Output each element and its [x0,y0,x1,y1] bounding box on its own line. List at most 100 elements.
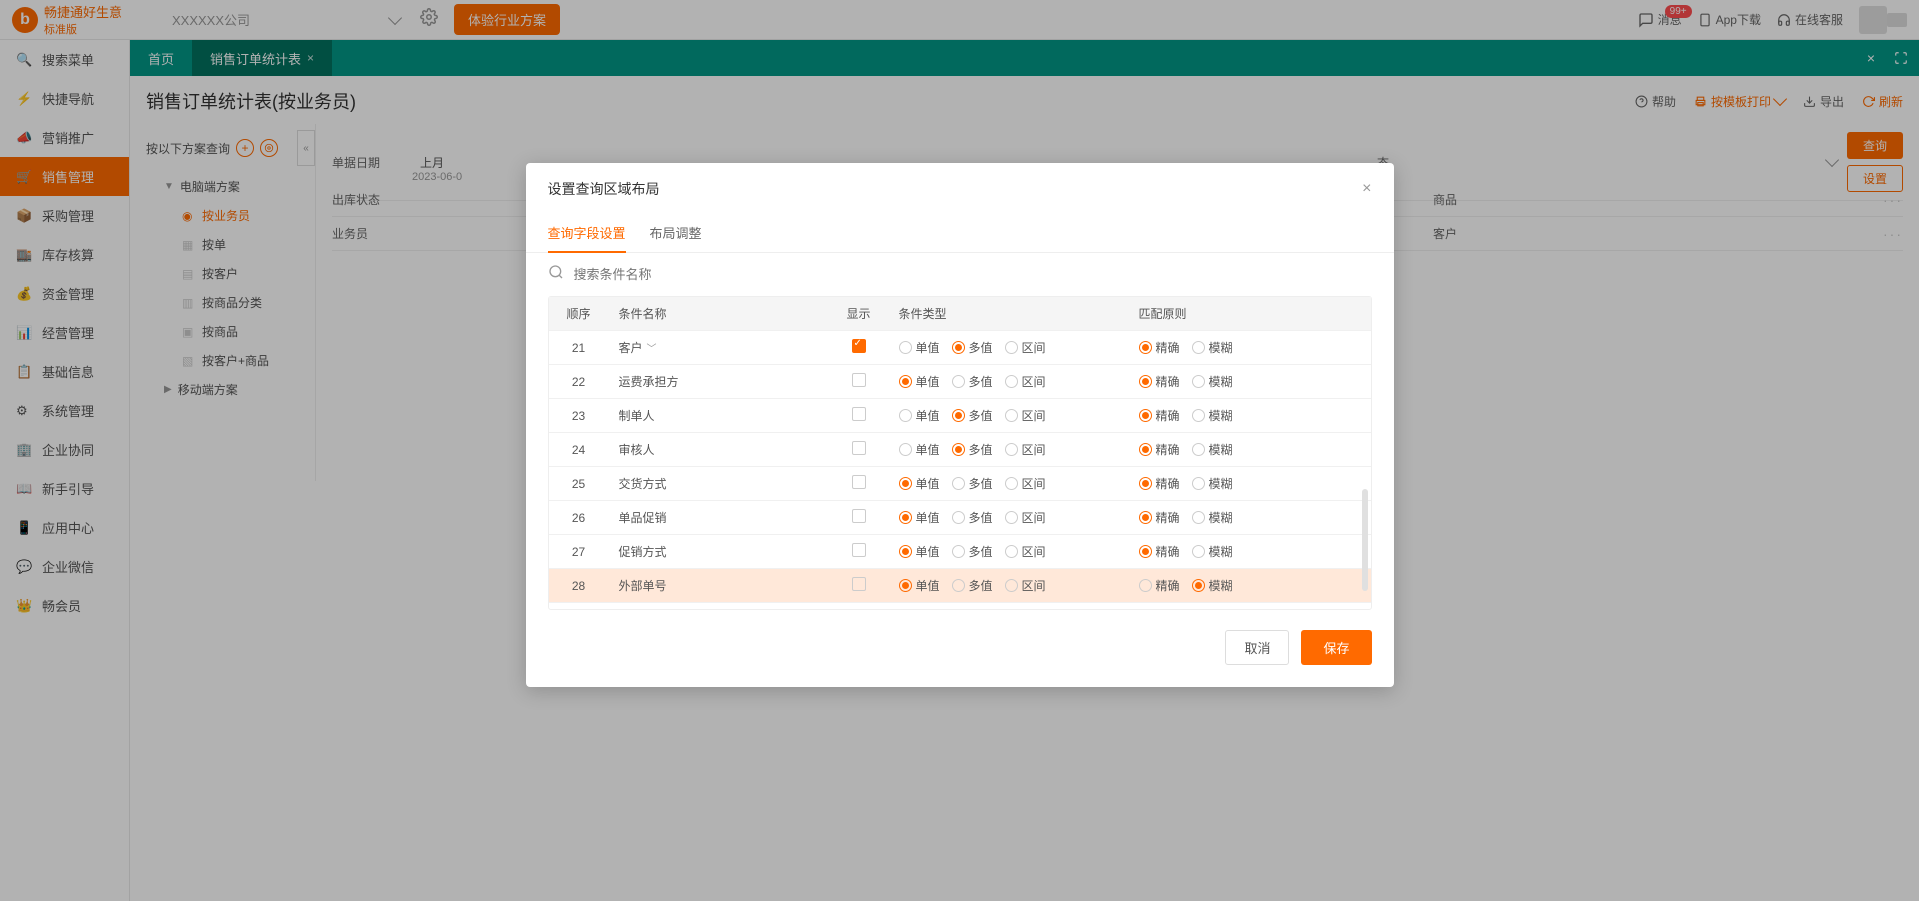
radio-模糊[interactable]: 模糊 [1192,577,1233,594]
table-row: 23 制单人 单值多值区间 精确模糊 [549,398,1371,432]
radio-区间[interactable]: 区间 [1005,441,1046,458]
radio-dot-icon [899,545,912,558]
radio-dot-icon [899,375,912,388]
radio-dot-icon [1139,511,1152,524]
radio-dot-icon [899,579,912,592]
radio-dot-icon [899,511,912,524]
radio-dot-icon [952,545,965,558]
radio-dot-icon [952,579,965,592]
condition-name: 交货方式 [619,477,667,491]
modal-close-button[interactable]: × [1362,180,1371,198]
table-header: 顺序 条件名称 显示 条件类型 匹配原则 [549,297,1371,330]
cell-seq: 23 [549,401,609,431]
search-icon [548,264,564,285]
radio-单值[interactable]: 单值 [899,441,940,458]
radio-多值[interactable]: 多值 [952,339,993,356]
radio-dot-icon [899,341,912,354]
radio-精确[interactable]: 精确 [1139,509,1180,526]
radio-dot-icon [1005,443,1018,456]
modal-tab-fields[interactable]: 查询字段设置 [548,215,626,252]
table-row: 25 交货方式 单值多值区间 精确模糊 [549,466,1371,500]
table-row: 22 运费承担方 单值多值区间 精确模糊 [549,364,1371,398]
radio-单值[interactable]: 单值 [899,543,940,560]
col-header-name: 条件名称 [609,297,829,330]
radio-模糊[interactable]: 模糊 [1192,373,1233,390]
cell-seq: 27 [549,537,609,567]
radio-dot-icon [952,477,965,490]
show-checkbox[interactable] [852,577,866,591]
table-row: 26 单品促销 单值多值区间 精确模糊 [549,500,1371,534]
radio-精确[interactable]: 精确 [1139,373,1180,390]
modal-tab-layout[interactable]: 布局调整 [650,215,702,252]
condition-name: 运费承担方 [619,375,679,389]
col-header-seq: 顺序 [549,297,609,330]
radio-dot-icon [1005,545,1018,558]
show-checkbox[interactable] [852,543,866,557]
cancel-button[interactable]: 取消 [1225,630,1289,665]
radio-多值[interactable]: 多值 [952,543,993,560]
radio-单值[interactable]: 单值 [899,373,940,390]
condition-search-input[interactable] [570,263,770,286]
radio-dot-icon [1192,409,1205,422]
scrollbar-thumb[interactable] [1362,489,1368,591]
radio-模糊[interactable]: 模糊 [1192,407,1233,424]
radio-多值[interactable]: 多值 [952,407,993,424]
radio-模糊[interactable]: 模糊 [1192,543,1233,560]
radio-模糊[interactable]: 模糊 [1192,441,1233,458]
radio-单值[interactable]: 单值 [899,509,940,526]
col-header-show: 显示 [829,297,889,330]
radio-区间[interactable]: 区间 [1005,543,1046,560]
radio-多值[interactable]: 多值 [952,577,993,594]
save-button[interactable]: 保存 [1301,630,1371,665]
radio-单值[interactable]: 单值 [899,577,940,594]
radio-单值[interactable]: 单值 [899,475,940,492]
modal-title: 设置查询区域布局 [548,179,660,199]
radio-精确[interactable]: 精确 [1139,543,1180,560]
condition-name-dropdown[interactable]: 客户﹀ [619,339,657,356]
radio-精确[interactable]: 精确 [1139,339,1180,356]
radio-dot-icon [1139,375,1152,388]
radio-dot-icon [899,409,912,422]
radio-单值[interactable]: 单值 [899,339,940,356]
radio-dot-icon [899,477,912,490]
radio-多值[interactable]: 多值 [952,441,993,458]
radio-模糊[interactable]: 模糊 [1192,509,1233,526]
radio-区间[interactable]: 区间 [1005,509,1046,526]
table-row: 27 促销方式 单值多值区间 精确模糊 [549,534,1371,568]
radio-精确[interactable]: 精确 [1139,475,1180,492]
radio-dot-icon [1192,477,1205,490]
radio-dot-icon [1005,341,1018,354]
show-checkbox[interactable] [852,475,866,489]
chevron-down-icon: ﹀ [647,340,657,355]
cell-seq: 25 [549,469,609,499]
radio-区间[interactable]: 区间 [1005,373,1046,390]
radio-区间[interactable]: 区间 [1005,339,1046,356]
radio-区间[interactable]: 区间 [1005,475,1046,492]
cell-seq: 26 [549,503,609,533]
condition-name: 制单人 [619,409,655,423]
scrollbar-track[interactable] [1361,333,1369,605]
show-checkbox[interactable] [852,373,866,387]
radio-模糊[interactable]: 模糊 [1192,339,1233,356]
radio-精确[interactable]: 精确 [1139,577,1180,594]
cell-seq: 28 [549,571,609,601]
show-checkbox[interactable] [852,441,866,455]
radio-单值[interactable]: 单值 [899,407,940,424]
radio-多值[interactable]: 多值 [952,509,993,526]
show-checkbox[interactable] [852,407,866,421]
radio-dot-icon [1192,341,1205,354]
radio-dot-icon [1005,579,1018,592]
table-row: 28 外部单号 单值多值区间 精确模糊 [549,568,1371,602]
radio-dot-icon [1192,579,1205,592]
radio-精确[interactable]: 精确 [1139,441,1180,458]
radio-dot-icon [899,443,912,456]
radio-多值[interactable]: 多值 [952,373,993,390]
col-header-type: 条件类型 [889,297,1129,330]
show-checkbox[interactable] [852,339,866,353]
radio-多值[interactable]: 多值 [952,475,993,492]
radio-模糊[interactable]: 模糊 [1192,475,1233,492]
radio-精确[interactable]: 精确 [1139,407,1180,424]
radio-区间[interactable]: 区间 [1005,577,1046,594]
radio-区间[interactable]: 区间 [1005,407,1046,424]
show-checkbox[interactable] [852,509,866,523]
